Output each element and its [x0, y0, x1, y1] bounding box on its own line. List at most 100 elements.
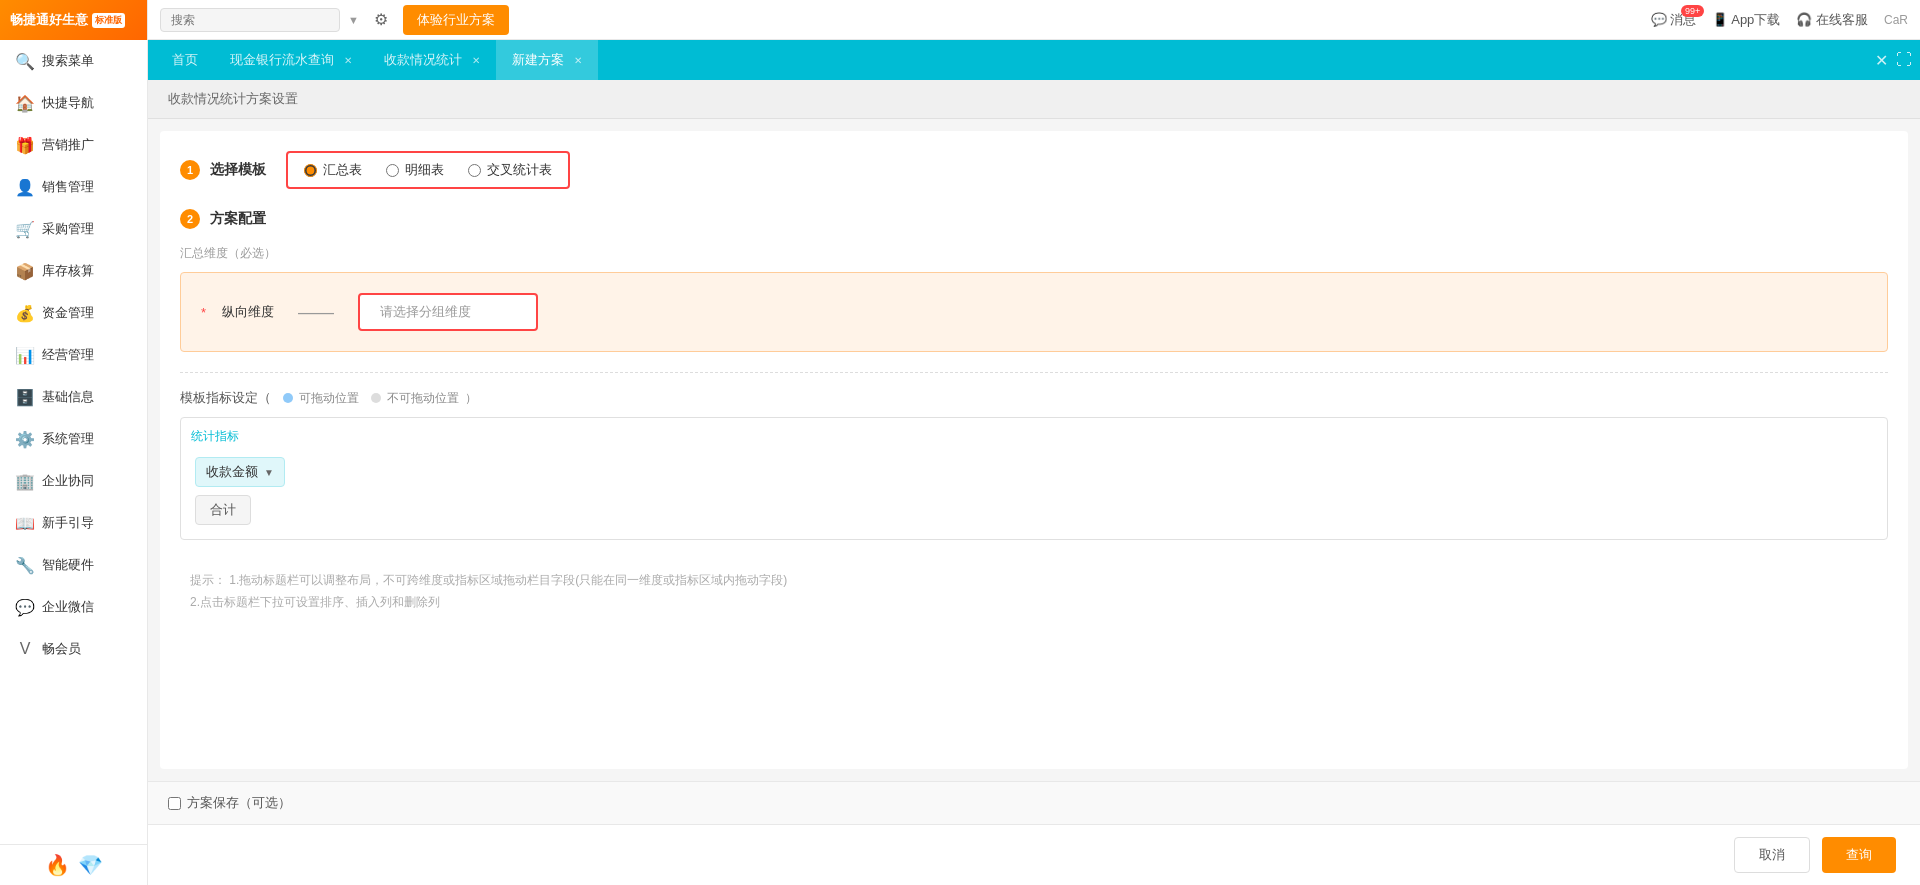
metric-subtag-total[interactable]: 合计: [195, 495, 251, 525]
footer-bar: 取消 查询: [148, 824, 1920, 885]
sidebar-item-sys-mgmt[interactable]: ⚙️ 系统管理: [0, 418, 147, 460]
sidebar-item-quick-nav[interactable]: 🏠 快捷导航: [0, 82, 147, 124]
radio-summary-input[interactable]: [304, 164, 317, 177]
sidebar-item-enterprise[interactable]: 🏢 企业协同: [0, 460, 147, 502]
dimension-subsection: 汇总维度（必选） * 纵向维度 —— 请选择分组维度: [180, 245, 1888, 352]
trial-button[interactable]: 体验行业方案: [403, 5, 509, 35]
undraggable-hint: 不可拖动位置 ）: [371, 390, 477, 407]
step2-section: 2 方案配置 汇总维度（必选） * 纵向维度 —— 请选择分组维度: [180, 209, 1888, 623]
radio-cross[interactable]: 交叉统计表: [468, 161, 552, 179]
query-button[interactable]: 查询: [1822, 837, 1896, 873]
basic-info-icon: 🗄️: [16, 388, 34, 406]
sidebar-item-basic-info[interactable]: 🗄️ 基础信息: [0, 376, 147, 418]
save-checkbox-input[interactable]: [168, 797, 181, 810]
tip-line2: 2.点击标题栏下拉可设置排序、插入列和删除列: [190, 592, 1878, 614]
settings-icon[interactable]: ⚙: [367, 6, 395, 34]
inventory-icon: 📦: [16, 262, 34, 280]
tab-new-plan[interactable]: 新建方案✕: [496, 40, 598, 80]
save-checkbox-label[interactable]: 方案保存（可选）: [168, 794, 291, 812]
form-card: 1 选择模板 汇总表 明细表 交叉统计表: [160, 131, 1908, 769]
tab-collection-stat[interactable]: 收款情况统计 ✕: [368, 40, 496, 80]
step1-badge: 1: [180, 160, 200, 180]
sys-mgmt-label: 系统管理: [42, 430, 94, 448]
tip-text1: 提示： 1.拖动标题栏可以调整布局，不可跨维度或指标区域拖动栏目字段(只能在同一…: [190, 570, 787, 592]
radio-detail[interactable]: 明细表: [386, 161, 444, 179]
radio-summary-label: 汇总表: [323, 161, 362, 179]
content-area: 收款情况统计方案设置 1 选择模板 汇总表 明细表: [148, 80, 1920, 885]
topbar-right: 💬 消息 99+ 📱 App下载 🎧 在线客服 CaR: [1651, 11, 1908, 29]
draggable-dot: [283, 393, 293, 403]
sidebar-item-smart-hw[interactable]: 🔧智能硬件: [0, 544, 147, 586]
sidebar-footer-icon2[interactable]: 💎: [78, 853, 103, 877]
sidebar-item-member[interactable]: V 畅会员: [0, 628, 147, 670]
save-label: 方案保存（可选）: [187, 794, 291, 812]
sidebar-item-guide[interactable]: 📖新手引导: [0, 502, 147, 544]
group-dimension-select[interactable]: 请选择分组维度: [358, 293, 538, 331]
basic-info-label: 基础信息: [42, 388, 94, 406]
expand-icon[interactable]: ⛶: [1896, 51, 1912, 69]
template-options: 汇总表 明细表 交叉统计表: [286, 151, 570, 189]
sidebar-item-wechat[interactable]: 💬企业微信: [0, 586, 147, 628]
tips-section: 提示： 1.拖动标题栏可以调整布局，不可跨维度或指标区域拖动栏目字段(只能在同一…: [180, 560, 1888, 623]
radio-cross-label: 交叉统计表: [487, 161, 552, 179]
tab-label-home: 首页: [172, 51, 198, 69]
tab-close-bank-flow[interactable]: ✕: [344, 55, 352, 66]
finance-icon: 💰: [16, 304, 34, 322]
metrics-header: 模板指标设定（ 可拖动位置 不可拖动位置 ）: [180, 389, 1888, 407]
tab-close-collection-stat[interactable]: ✕: [472, 55, 480, 66]
tip-line1: 提示： 1.拖动标题栏可以调整布局，不可跨维度或指标区域拖动栏目字段(只能在同一…: [190, 570, 1878, 592]
operations-icon: 📊: [16, 346, 34, 364]
step2-label: 方案配置: [210, 210, 266, 228]
dim-row: * 纵向维度 —— 请选择分组维度: [201, 293, 538, 331]
app-download-btn[interactable]: 📱 App下载: [1712, 11, 1780, 29]
tab-close-new-plan[interactable]: ✕: [574, 55, 582, 66]
metric-tag-amount[interactable]: 收款金额 ▼: [195, 457, 285, 487]
metric-dropdown-icon[interactable]: ▼: [264, 467, 274, 478]
close-tab-icon[interactable]: ✕: [1875, 51, 1888, 70]
tab-label-collection-stat: 收款情况统计: [384, 51, 462, 69]
sales-icon: 👤: [16, 178, 34, 196]
radio-detail-input[interactable]: [386, 164, 399, 177]
radio-detail-label: 明细表: [405, 161, 444, 179]
sidebar-nav: 🔍搜索菜单 🏠 快捷导航 🎁营销推广👤销售管理🛒采购管理 📦 库存核算 💰 资金管理 📊经营管理…: [0, 40, 147, 670]
edition-badge: 标准版: [92, 13, 125, 28]
sidebar-item-marketing[interactable]: 🎁营销推广: [0, 124, 147, 166]
enterprise-label: 企业协同: [42, 472, 94, 490]
vertical-dim-label: 纵向维度: [222, 303, 274, 321]
draggable-label: 可拖动位置: [299, 390, 359, 407]
sidebar-footer-icon1[interactable]: 🔥: [45, 853, 70, 877]
notification-btn[interactable]: 💬 消息 99+: [1651, 11, 1697, 29]
wechat-label: 企业微信: [42, 598, 94, 616]
tab-home[interactable]: 首页: [156, 40, 214, 80]
search-input[interactable]: [160, 8, 340, 32]
enterprise-icon: 🏢: [16, 472, 34, 490]
member-icon: V: [16, 640, 34, 658]
required-star: *: [201, 305, 206, 320]
quick-nav-label: 快捷导航: [42, 94, 94, 112]
sidebar-item-search-menu[interactable]: 🔍搜索菜单: [0, 40, 147, 82]
search-menu-icon: 🔍: [16, 52, 34, 70]
brand-name: 畅捷通好生意: [10, 11, 88, 29]
finance-label: 资金管理: [42, 304, 94, 322]
radio-cross-input[interactable]: [468, 164, 481, 177]
online-service-btn[interactable]: 🎧 在线客服: [1796, 11, 1868, 29]
sidebar-item-purchase[interactable]: 🛒采购管理: [0, 208, 147, 250]
draggable-hint: 可拖动位置: [283, 390, 359, 407]
sidebar-item-sales[interactable]: 👤销售管理: [0, 166, 147, 208]
sidebar-item-finance[interactable]: 💰 资金管理: [0, 292, 147, 334]
sidebar-header: 畅捷通好生意 标准版: [0, 0, 147, 40]
tab-bank-flow[interactable]: 现金银行流水查询✕: [214, 40, 368, 80]
smart-hw-label: 智能硬件: [42, 556, 94, 574]
sys-mgmt-icon: ⚙️: [16, 430, 34, 448]
sidebar-item-inventory[interactable]: 📦 库存核算: [0, 250, 147, 292]
cancel-button[interactable]: 取消: [1734, 837, 1810, 873]
member-label: 畅会员: [42, 640, 81, 658]
sidebar-item-operations[interactable]: 📊经营管理: [0, 334, 147, 376]
step1-row: 1 选择模板 汇总表 明细表 交叉统计表: [180, 151, 1888, 189]
radio-summary[interactable]: 汇总表: [304, 161, 362, 179]
inventory-label: 库存核算: [42, 262, 94, 280]
step2-header: 2 方案配置: [180, 209, 1888, 229]
metrics-box: 统计指标 收款金额 ▼ 合计: [180, 417, 1888, 540]
undraggable-label: 不可拖动位置: [387, 390, 459, 407]
quick-nav-icon: 🏠: [16, 94, 34, 112]
